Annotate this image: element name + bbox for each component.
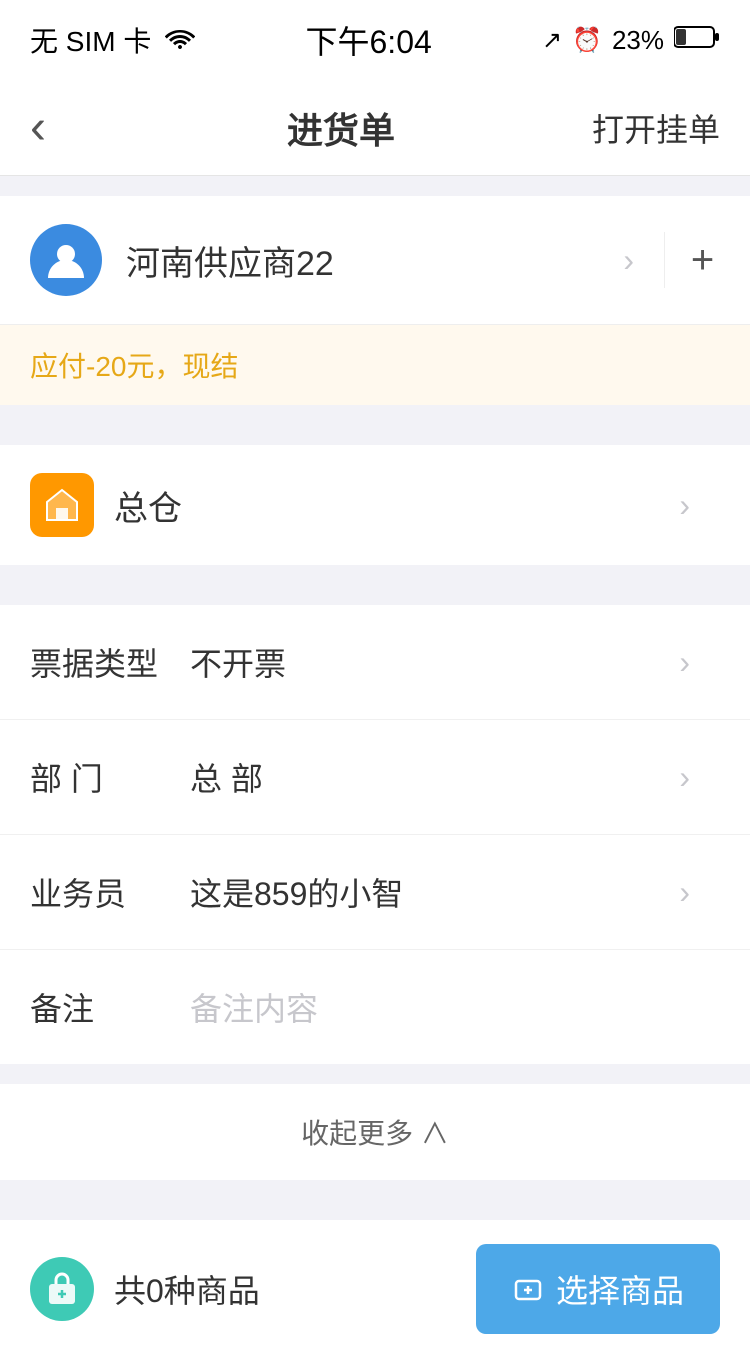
remark-value[interactable]: 备注内容: [190, 984, 720, 1030]
section-gap-1: [0, 176, 750, 196]
salesperson-chevron-icon: ›: [679, 874, 690, 911]
salesperson-label: 业务员: [30, 869, 170, 915]
invoice-type-value: 不开票: [190, 639, 679, 685]
open-pending-button[interactable]: 打开挂单: [592, 105, 720, 151]
salesperson-value: 这是859的小智: [190, 869, 679, 915]
section-gap-4: [0, 1180, 750, 1200]
invoice-type-chevron-icon: ›: [679, 644, 690, 681]
supplier-notice: 应付-20元，现结: [0, 325, 750, 405]
page-title: 进货单: [287, 102, 395, 154]
product-icon: [30, 1257, 94, 1321]
salesperson-row[interactable]: 业务员 这是859的小智 ›: [0, 835, 750, 950]
invoice-type-label: 票据类型: [30, 639, 170, 685]
supplier-avatar: [30, 224, 102, 296]
remark-row[interactable]: 备注 备注内容: [0, 950, 750, 1064]
section-gap-3: [0, 565, 750, 585]
wifi-icon: [165, 24, 195, 56]
supplier-card: 河南供应商22 › + 应付-20元，现结: [0, 196, 750, 405]
alarm-icon: ⏰: [572, 26, 602, 55]
select-product-label: 选择商品: [556, 1266, 684, 1312]
status-left: 无 SIM 卡: [30, 20, 195, 60]
location-icon: ↗: [542, 26, 562, 55]
department-value: 总 部: [190, 754, 679, 800]
supplier-row[interactable]: 河南供应商22 › +: [0, 196, 750, 325]
status-time: 下午6:04: [306, 17, 432, 63]
warehouse-icon: [30, 473, 94, 537]
collapse-button[interactable]: 收起更多 ∧: [0, 1084, 750, 1180]
nav-bar: ‹ 进货单 打开挂单: [0, 80, 750, 176]
department-row[interactable]: 部 门 总 部 ›: [0, 720, 750, 835]
add-button[interactable]: +: [664, 232, 720, 288]
product-count-label: 共0种商品: [114, 1266, 456, 1312]
back-button[interactable]: ‹: [30, 100, 90, 155]
supplier-name: 河南供应商22: [126, 236, 623, 285]
warehouse-chevron-icon: ›: [679, 487, 690, 524]
bottom-bar: 共0种商品 选择商品: [0, 1220, 750, 1358]
select-product-button[interactable]: 选择商品: [476, 1244, 720, 1334]
status-right: ↗ ⏰ 23%: [542, 24, 720, 56]
form-section: 票据类型 不开票 › 部 门 总 部 › 业务员 这是859的小智 › 备注 备…: [0, 605, 750, 1064]
section-gap-2: [0, 405, 750, 425]
invoice-type-row[interactable]: 票据类型 不开票 ›: [0, 605, 750, 720]
status-bar: 无 SIM 卡 下午6:04 ↗ ⏰ 23%: [0, 0, 750, 80]
battery-label: 23%: [612, 25, 664, 56]
department-label: 部 门: [30, 754, 170, 800]
warehouse-row[interactable]: 总仓 ›: [0, 445, 750, 565]
carrier-label: 无 SIM 卡: [30, 20, 151, 60]
battery-icon: [674, 24, 720, 56]
department-chevron-icon: ›: [679, 759, 690, 796]
remark-label: 备注: [30, 984, 170, 1030]
chevron-right-icon: ›: [623, 242, 634, 279]
warehouse-name: 总仓: [114, 481, 679, 530]
warehouse-card: 总仓 ›: [0, 445, 750, 565]
